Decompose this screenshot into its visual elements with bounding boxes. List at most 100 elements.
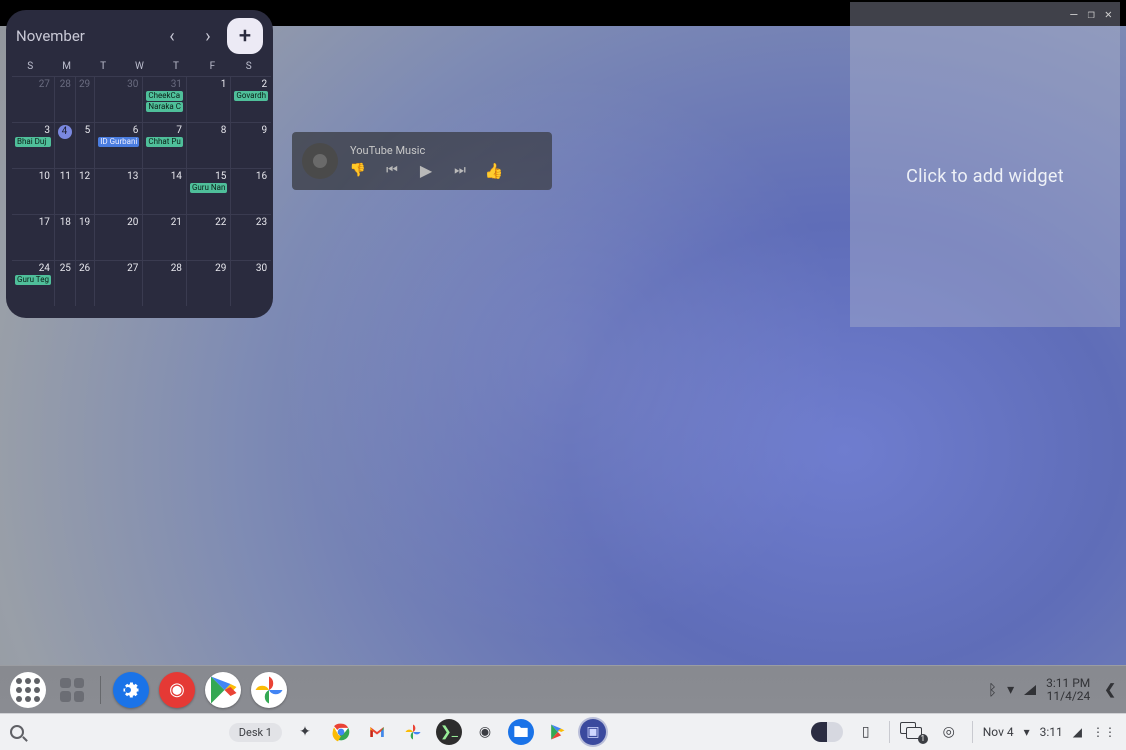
calendar-prev-button[interactable]: ‹ bbox=[155, 19, 189, 53]
calendar-day-cell[interactable]: 27 bbox=[94, 260, 142, 306]
status-tray[interactable]: ᛒ ▾ 3:11 PM 11/4/24 ❮ bbox=[988, 677, 1116, 703]
assistant-app-icon[interactable]: ◉ bbox=[472, 719, 498, 745]
desk-label[interactable]: Desk 1 bbox=[229, 723, 282, 742]
calendar-event-chip[interactable]: Naraka C bbox=[146, 102, 183, 112]
calendar-day-cell[interactable]: 20 bbox=[94, 214, 142, 260]
calendar-event-chip[interactable]: Govardh bbox=[234, 91, 268, 101]
calendar-day-cell[interactable]: 26 bbox=[75, 260, 94, 306]
active-app-icon[interactable]: ▣ bbox=[580, 719, 606, 745]
device-icon[interactable]: ▯ bbox=[853, 719, 879, 745]
play-store-app-icon-2[interactable] bbox=[544, 719, 570, 745]
calendar-widget[interactable]: November ‹ › + SMTWTFS 2728293031CheekCa… bbox=[6, 10, 273, 318]
calendar-day-cell[interactable]: 19 bbox=[75, 214, 94, 260]
calendar-event-chip[interactable]: ID Gurbani bbox=[98, 137, 139, 147]
signal-icon-2[interactable]: ◢ bbox=[1073, 725, 1082, 739]
calendar-day-number: 25 bbox=[58, 263, 72, 274]
calendar-day-cell[interactable]: 15Guru Nan bbox=[186, 168, 230, 214]
widget-add-placeholder[interactable]: Click to add widget bbox=[850, 26, 1120, 327]
media-prev-icon[interactable]: ⏮ bbox=[384, 163, 400, 179]
calendar-day-cell[interactable]: 24Guru Teg bbox=[12, 260, 54, 306]
calendar-day-cell[interactable]: 12 bbox=[75, 168, 94, 214]
calendar-day-cell[interactable]: 30 bbox=[94, 76, 142, 122]
media-widget[interactable]: YouTube Music 👎 ⏮ ▶ ⏭ 👍 bbox=[292, 132, 552, 190]
chrome-app-icon[interactable] bbox=[328, 719, 354, 745]
calendar-day-cell[interactable]: 13 bbox=[94, 168, 142, 214]
signal-icon[interactable] bbox=[1024, 685, 1036, 695]
minimize-icon[interactable]: — bbox=[1070, 7, 1077, 21]
calendar-event-chip[interactable]: Guru Nan bbox=[190, 183, 227, 193]
calendar-day-number: 24 bbox=[15, 263, 51, 274]
calendar-day-cell[interactable]: 5 bbox=[75, 122, 94, 168]
overview-icon[interactable] bbox=[56, 674, 88, 706]
calendar-event-chip[interactable]: Chhat Pu bbox=[146, 137, 183, 147]
calendar-day-cell[interactable]: 9 bbox=[230, 122, 271, 168]
calendar-day-number: 21 bbox=[146, 217, 183, 228]
calendar-day-cell[interactable]: 31CheekCaNaraka C bbox=[142, 76, 186, 122]
chromeos-shelf[interactable]: ◉ ᛒ ▾ 3:11 PM 11/4/24 ❮ bbox=[0, 665, 1126, 713]
calendar-next-button[interactable]: › bbox=[191, 19, 225, 53]
wifi-icon-2[interactable]: ▾ bbox=[1024, 725, 1030, 739]
calendar-day-cell[interactable]: 16 bbox=[230, 168, 271, 214]
launcher-icon[interactable] bbox=[10, 672, 46, 708]
bluetooth-icon[interactable]: ᛒ bbox=[988, 681, 997, 699]
wifi-icon[interactable]: ▾ bbox=[1007, 682, 1014, 698]
clock[interactable]: 3:11 PM 11/4/24 bbox=[1046, 677, 1090, 703]
gemini-app-icon[interactable]: ✦ bbox=[292, 719, 318, 745]
calendar-day-cell[interactable]: 17 bbox=[12, 214, 54, 260]
calendar-day-number: 14 bbox=[146, 171, 183, 182]
media-play-icon[interactable]: ▶ bbox=[418, 163, 434, 179]
windows-overview-icon[interactable]: 1 bbox=[900, 722, 926, 742]
calendar-day-cell[interactable]: 11 bbox=[54, 168, 75, 214]
thumbs-down-icon[interactable]: 👎 bbox=[350, 163, 366, 179]
taskbar-date[interactable]: Nov 4 bbox=[983, 725, 1014, 739]
calendar-day-cell[interactable]: 30 bbox=[230, 260, 271, 306]
photos-app-icon[interactable] bbox=[251, 672, 287, 708]
calendar-day-cell[interactable]: 29 bbox=[186, 260, 230, 306]
calendar-day-cell[interactable]: 27 bbox=[12, 76, 54, 122]
calendar-day-number: 8 bbox=[190, 125, 227, 136]
close-icon[interactable]: ✕ bbox=[1105, 7, 1112, 21]
calendar-day-cell[interactable]: 7Chhat Pu bbox=[142, 122, 186, 168]
taskbar-time[interactable]: 3:11 bbox=[1040, 725, 1063, 739]
calendar-event-chip[interactable]: CheekCa bbox=[146, 91, 183, 101]
calendar-day-cell[interactable]: 28 bbox=[54, 76, 75, 122]
more-icon[interactable]: ⋮⋮ bbox=[1092, 725, 1116, 739]
calendar-day-cell[interactable]: 2Govardh bbox=[230, 76, 271, 122]
files-app-icon[interactable] bbox=[508, 719, 534, 745]
calendar-day-cell[interactable]: 3Bhai Duj bbox=[12, 122, 54, 168]
collapse-tray-icon[interactable]: ❮ bbox=[1104, 682, 1116, 698]
calendar-day-cell[interactable]: 21 bbox=[142, 214, 186, 260]
calendar-event-chip[interactable]: Bhai Duj bbox=[15, 137, 51, 147]
calendar-day-cell[interactable]: 25 bbox=[54, 260, 75, 306]
calendar-day-cell[interactable]: 22 bbox=[186, 214, 230, 260]
terminal-app-icon[interactable]: ❯_ bbox=[436, 719, 462, 745]
widget-placeholder-window[interactable]: — ❐ ✕ Click to add widget bbox=[850, 2, 1120, 327]
youtube-music-app-icon[interactable]: ◉ bbox=[159, 672, 195, 708]
calendar-day-cell[interactable]: 23 bbox=[230, 214, 271, 260]
media-next-icon[interactable]: ⏭ bbox=[452, 163, 468, 179]
calendar-day-cell[interactable]: 1 bbox=[186, 76, 230, 122]
calendar-day-cell[interactable]: 10 bbox=[12, 168, 54, 214]
screenshot-icon[interactable]: ◎ bbox=[936, 719, 962, 745]
android-taskbar[interactable]: Desk 1 ✦ ❯_ ◉ ▣ ▯ 1 ◎ Nov 4 ▾ 3:11 ◢ ⋮⋮ bbox=[0, 713, 1126, 750]
photos-app-icon-2[interactable] bbox=[400, 719, 426, 745]
gmail-app-icon[interactable] bbox=[364, 719, 390, 745]
search-icon[interactable] bbox=[10, 725, 24, 739]
calendar-day-number: 17 bbox=[15, 217, 51, 228]
calendar-day-cell[interactable]: 18 bbox=[54, 214, 75, 260]
maximize-icon[interactable]: ❐ bbox=[1088, 7, 1095, 21]
thumbs-up-icon[interactable]: 👍 bbox=[486, 163, 502, 179]
settings-app-icon[interactable] bbox=[113, 672, 149, 708]
calendar-day-number: 5 bbox=[79, 125, 91, 136]
clock-date: 11/4/24 bbox=[1046, 690, 1090, 703]
calendar-day-cell[interactable]: 28 bbox=[142, 260, 186, 306]
calendar-event-chip[interactable]: Guru Teg bbox=[15, 275, 51, 285]
calendar-day-cell[interactable]: 6ID Gurbani bbox=[94, 122, 142, 168]
calendar-day-cell[interactable]: 29 bbox=[75, 76, 94, 122]
play-store-app-icon[interactable] bbox=[205, 672, 241, 708]
calendar-add-button[interactable]: + bbox=[227, 18, 263, 54]
theme-toggle-icon[interactable] bbox=[811, 722, 843, 742]
calendar-day-cell[interactable]: 14 bbox=[142, 168, 186, 214]
calendar-day-cell[interactable]: 8 bbox=[186, 122, 230, 168]
calendar-day-cell[interactable]: 4 bbox=[54, 122, 75, 168]
